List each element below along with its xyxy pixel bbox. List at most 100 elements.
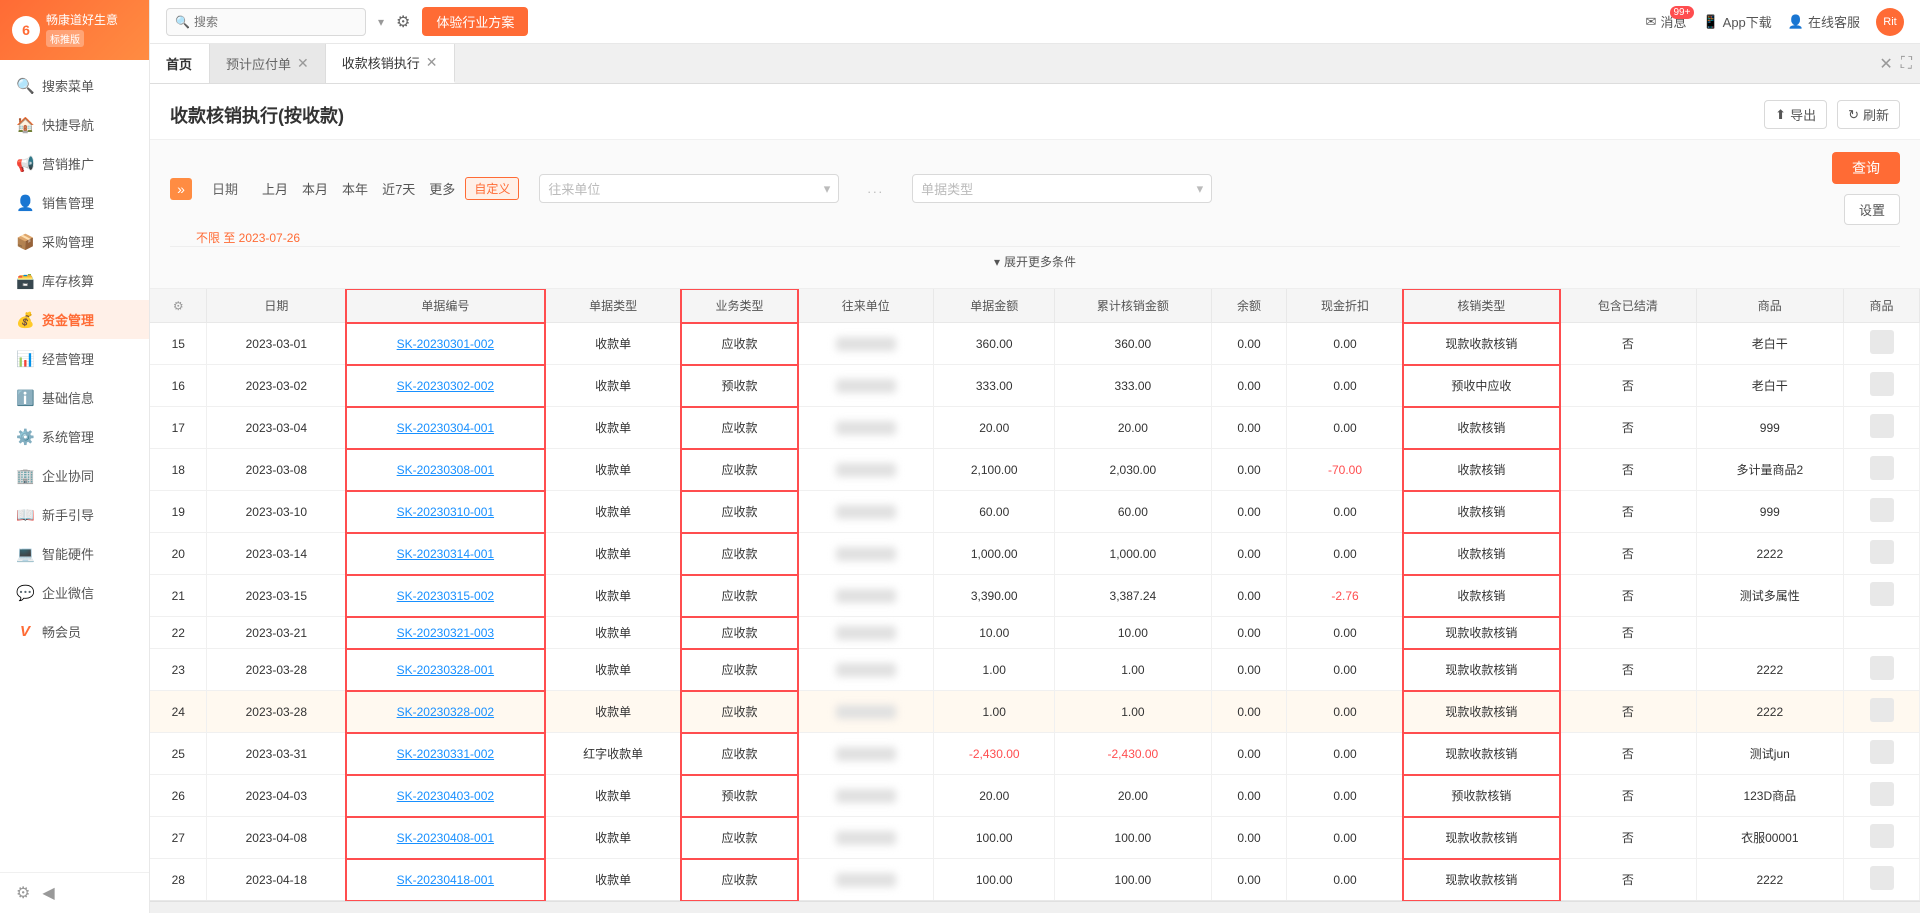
last-month-btn[interactable]: 上月 <box>258 177 292 200</box>
cell-biz-type: 应收款 <box>681 323 797 365</box>
sidebar-menu: 🔍 搜索菜单 🏠 快捷导航 📢 营销推广 👤 销售管理 📦 采购管理 🗃️ 库存… <box>0 60 149 872</box>
bill-no-link[interactable]: SK-20230314-001 <box>397 547 494 561</box>
tab-pre-apply-close[interactable]: ✕ <box>297 55 309 72</box>
app-download-button[interactable]: 📱 App下载 <box>1702 12 1771 31</box>
last-7-days-btn[interactable]: 近7天 <box>378 177 419 200</box>
unit-blurred <box>836 789 896 803</box>
cell-bill-no[interactable]: SK-20230321-003 <box>346 617 545 649</box>
cell-bill-no[interactable]: SK-20230302-002 <box>346 365 545 407</box>
this-year-btn[interactable]: 本年 <box>338 177 372 200</box>
cell-bill-no[interactable]: SK-20230315-002 <box>346 575 545 617</box>
cell-bill-no[interactable]: SK-20230308-001 <box>346 449 545 491</box>
cell-bill-no[interactable]: SK-20230328-002 <box>346 691 545 733</box>
tab-receipt-exec-close[interactable]: ✕ <box>426 54 438 71</box>
topbar-search-input[interactable] <box>194 15 314 29</box>
query-button[interactable]: 查询 <box>1832 152 1900 184</box>
bill-no-link[interactable]: SK-20230403-002 <box>397 789 494 803</box>
sidebar-logo: 6 畅康道好生意 标推版 <box>0 0 149 60</box>
solution-button[interactable]: 体验行业方案 <box>422 7 528 36</box>
sidebar-item-wechat[interactable]: 💬 企业微信 <box>0 573 149 612</box>
sidebar-item-inventory[interactable]: 🗃️ 库存核算 <box>0 261 149 300</box>
sidebar-item-hardware[interactable]: 💻 智能硬件 <box>0 534 149 573</box>
bill-no-link[interactable]: SK-20230315-002 <box>397 589 494 603</box>
settings-icon[interactable]: ⚙ <box>16 883 30 903</box>
topbar-search-box[interactable]: 🔍 <box>166 8 366 36</box>
bill-no-link[interactable]: SK-20230302-002 <box>397 379 494 393</box>
custom-date-btn[interactable]: 自定义 <box>465 177 519 200</box>
bill-no-link[interactable]: SK-20230310-001 <box>397 505 494 519</box>
cell-bill-no[interactable]: SK-20230331-002 <box>346 733 545 775</box>
cell-bill-no[interactable]: SK-20230301-002 <box>346 323 545 365</box>
cell-include-settled: 否 <box>1560 491 1696 533</box>
bill-no-link[interactable]: SK-20230331-002 <box>397 747 494 761</box>
bill-no-link[interactable]: SK-20230408-001 <box>397 831 494 845</box>
topbar: 🔍 ▾ ⚙ 体验行业方案 ✉ 消息 99+ 📱 App下载 👤 在线客服 Rit <box>150 0 1920 44</box>
bill-no-link[interactable]: SK-20230321-003 <box>397 626 494 640</box>
bill-no-link[interactable]: SK-20230328-002 <box>397 705 494 719</box>
tab-receipt-exec[interactable]: 收款核销执行 ✕ <box>326 44 455 83</box>
sidebar-item-basic[interactable]: ℹ️ 基础信息 <box>0 378 149 417</box>
unit-filter[interactable]: 往来单位 ▾ <box>539 174 839 203</box>
online-service-button[interactable]: 👤 在线客服 <box>1788 12 1860 31</box>
close-tab-icon[interactable]: ✕ <box>1879 54 1892 74</box>
filter-toggle-button[interactable]: » <box>170 178 192 200</box>
sidebar-item-marketing[interactable]: 📢 营销推广 <box>0 144 149 183</box>
col-header-settings[interactable]: ⚙ <box>150 289 207 323</box>
bill-no-link[interactable]: SK-20230301-002 <box>397 337 494 351</box>
cell-balance: 0.00 <box>1211 365 1287 407</box>
bill-no-link[interactable]: SK-20230328-001 <box>397 663 494 677</box>
col-header-balance: 余额 <box>1211 289 1287 323</box>
refresh-button[interactable]: ↻ 刷新 <box>1837 100 1900 129</box>
cell-bill-no[interactable]: SK-20230314-001 <box>346 533 545 575</box>
cell-balance: 0.00 <box>1211 575 1287 617</box>
sidebar-item-purchase[interactable]: 📦 采购管理 <box>0 222 149 261</box>
cell-goods: 老白干 <box>1696 365 1844 407</box>
sidebar-item-search[interactable]: 🔍 搜索菜单 <box>0 66 149 105</box>
table-wrapper[interactable]: ⚙ 日期 单据编号 单据类型 业务类型 往来单位 单据金额 累计核销金额 余额 … <box>150 289 1920 901</box>
col-header-bill-type: 单据类型 <box>545 289 681 323</box>
cell-include-settled: 否 <box>1560 691 1696 733</box>
cell-bill-no[interactable]: SK-20230310-001 <box>346 491 545 533</box>
cell-bill-no[interactable]: SK-20230418-001 <box>346 859 545 902</box>
app-name: 畅康道好生意 <box>46 13 118 29</box>
cell-write-off-type: 预收款核销 <box>1403 775 1560 817</box>
setting-button[interactable]: 设置 <box>1844 194 1900 225</box>
cell-date: 2023-03-04 <box>207 407 346 449</box>
cell-goods2 <box>1844 817 1920 859</box>
tab-home[interactable]: 首页 <box>150 44 210 83</box>
user-avatar[interactable]: Rit <box>1876 8 1904 36</box>
more-date-btn[interactable]: 更多 <box>425 177 459 200</box>
cell-balance: 0.00 <box>1211 691 1287 733</box>
bill-no-link[interactable]: SK-20230308-001 <box>397 463 494 477</box>
sidebar-item-quick-nav[interactable]: 🏠 快捷导航 <box>0 105 149 144</box>
collapse-icon[interactable]: ◀ <box>42 883 54 903</box>
export-button[interactable]: ⬆ 导出 <box>1764 100 1827 129</box>
sidebar-item-system[interactable]: ⚙️ 系统管理 <box>0 417 149 456</box>
cell-cum-amount: 1.00 <box>1055 691 1212 733</box>
cell-include-settled: 否 <box>1560 859 1696 902</box>
sidebar-item-finance[interactable]: 💰 资金管理 <box>0 300 149 339</box>
cell-biz-type: 应收款 <box>681 817 797 859</box>
topbar-gear-icon[interactable]: ⚙ <box>396 12 410 32</box>
expand-tab-icon[interactable]: ⛶ <box>1901 55 1912 73</box>
cell-bill-no[interactable]: SK-20230328-001 <box>346 649 545 691</box>
cell-bill-no[interactable]: SK-20230403-002 <box>346 775 545 817</box>
cell-goods2 <box>1844 691 1920 733</box>
topbar-dropdown-arrow[interactable]: ▾ <box>378 15 384 29</box>
bill-type-filter[interactable]: 单据类型 ▾ <box>912 174 1212 203</box>
cell-bill-type: 收款单 <box>545 617 681 649</box>
expand-filter-button[interactable]: ▾ 展开更多条件 <box>170 246 1900 276</box>
message-button[interactable]: ✉ 消息 99+ <box>1646 12 1687 31</box>
sidebar-item-sales[interactable]: 👤 销售管理 <box>0 183 149 222</box>
sidebar-item-member[interactable]: V 畅会员 <box>0 612 149 651</box>
sidebar-item-enterprise[interactable]: 🏢 企业协同 <box>0 456 149 495</box>
cell-bill-no[interactable]: SK-20230304-001 <box>346 407 545 449</box>
this-month-btn[interactable]: 本月 <box>298 177 332 200</box>
bill-no-link[interactable]: SK-20230304-001 <box>397 421 494 435</box>
tab-pre-apply[interactable]: 预计应付单 ✕ <box>210 44 326 83</box>
cell-no: 20 <box>150 533 207 575</box>
sidebar-item-operation[interactable]: 📊 经营管理 <box>0 339 149 378</box>
bill-no-link[interactable]: SK-20230418-001 <box>397 873 494 887</box>
cell-bill-no[interactable]: SK-20230408-001 <box>346 817 545 859</box>
sidebar-item-guide[interactable]: 📖 新手引导 <box>0 495 149 534</box>
